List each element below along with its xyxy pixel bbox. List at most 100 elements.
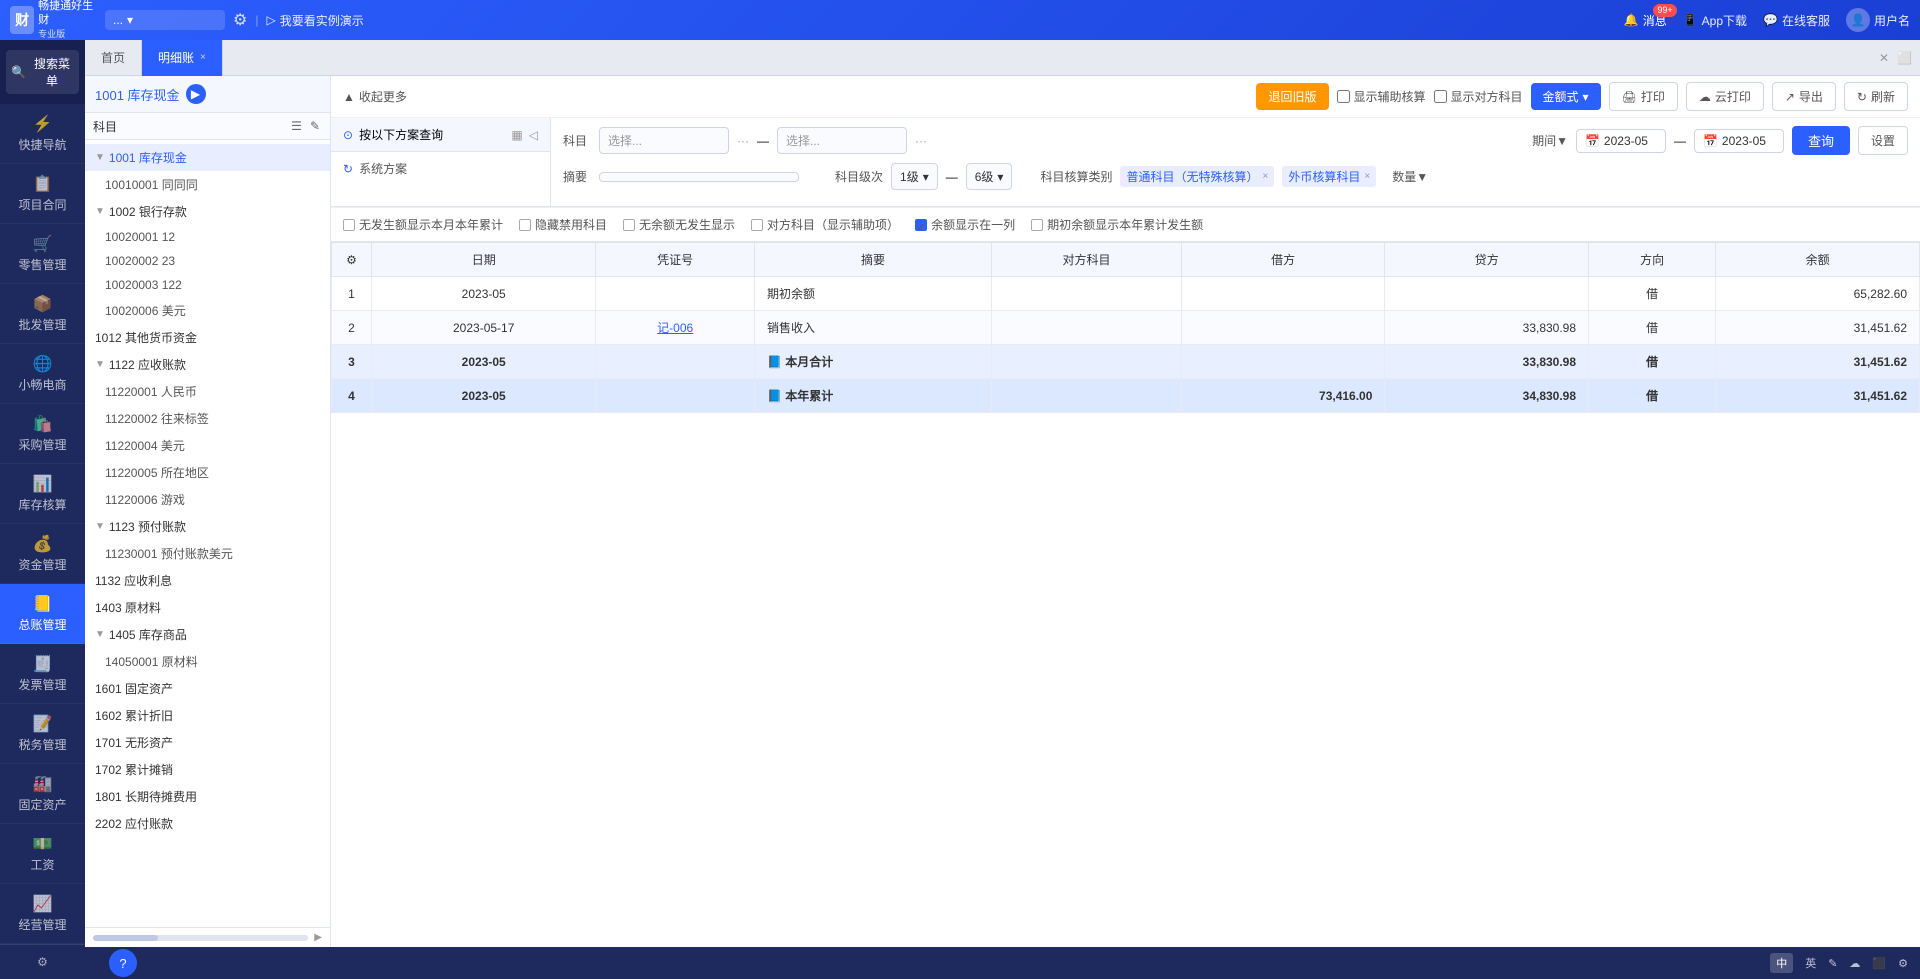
tree-item-1601[interactable]: 1601 固定资产 <box>85 675 330 702</box>
checkbox-contra-subject[interactable] <box>751 219 763 231</box>
lang-en-btn[interactable]: 英 <box>1805 955 1816 971</box>
tree-item-1405[interactable]: ▼ 1405 库存商品 <box>85 621 330 648</box>
collapse-btn[interactable]: ▲ 收起更多 <box>343 88 407 105</box>
tree-item-1012[interactable]: 1012 其他货币资金 <box>85 324 330 351</box>
check-balance-one-col[interactable]: ✓ 余额显示在一列 <box>915 216 1015 233</box>
settings-btn[interactable]: 设置 <box>1858 126 1908 155</box>
tree-item-11220002[interactable]: 11220002 往来标签 <box>85 405 330 432</box>
format-btn[interactable]: 金额式 ▾ <box>1531 83 1601 110</box>
show-contra-check[interactable]: 显示对方科目 <box>1434 88 1523 105</box>
print-btn[interactable]: 🖨 打印 <box>1609 82 1678 111</box>
sidebar-item-invoice[interactable]: 🧾 发票管理 <box>0 644 85 704</box>
quantity-selector[interactable]: 数量▼ <box>1392 168 1428 185</box>
tree-item-11220005[interactable]: 11220005 所在地区 <box>85 459 330 486</box>
tab-close-btn[interactable]: × <box>200 52 206 63</box>
tree-item-10010001[interactable]: 10010001 同同同 <box>85 171 330 198</box>
refresh-btn[interactable]: ↻ 刷新 <box>1844 82 1908 111</box>
sidebar-item-wholesale[interactable]: 📦 批发管理 <box>0 284 85 344</box>
tree-item-1702[interactable]: 1702 累计摊销 <box>85 756 330 783</box>
checkbox-balance-one-col[interactable]: ✓ <box>915 219 927 231</box>
row-voucher-2[interactable]: 记-006 <box>596 311 755 345</box>
tree-item-1701[interactable]: 1701 无形资产 <box>85 729 330 756</box>
sidebar-item-general-ledger[interactable]: 📒 总账管理 <box>0 584 85 644</box>
tree-item-1123[interactable]: ▼ 1123 预付账款 <box>85 513 330 540</box>
tree-item-1132[interactable]: 1132 应收利息 <box>85 567 330 594</box>
back-to-old-btn[interactable]: 退回旧版 <box>1256 83 1328 110</box>
subject-input-to[interactable]: 选择... <box>777 127 907 154</box>
show-aux-checkbox[interactable] <box>1337 90 1350 103</box>
tree-item-10020003[interactable]: 10020003 122 <box>85 273 330 297</box>
sidebar-item-fixed-assets[interactable]: 🏭 固定资产 <box>0 764 85 824</box>
sidebar-item-retail[interactable]: 🛒 零售管理 <box>0 224 85 284</box>
list-view-icon[interactable]: ☰ <box>289 117 304 135</box>
tree-item-1001[interactable]: ▼ 1001 库存现金 <box>85 144 330 171</box>
block-status-icon[interactable]: ⬛ <box>1872 957 1886 970</box>
sidebar-item-ecommerce[interactable]: 🌐 小畅电商 <box>0 344 85 404</box>
checkbox-no-balance[interactable] <box>623 219 635 231</box>
tree-item-10020001[interactable]: 10020001 12 <box>85 225 330 249</box>
checkbox-opening-balance[interactable] <box>1031 219 1043 231</box>
check-no-balance[interactable]: 无余额无发生显示 <box>623 216 735 233</box>
check-no-amount[interactable]: 无发生额显示本月本年累计 <box>343 216 503 233</box>
sidebar-item-project-contract[interactable]: 📋 项目合同 <box>0 164 85 224</box>
tree-item-11220004[interactable]: 11220004 美元 <box>85 432 330 459</box>
tree-item-14050001[interactable]: 14050001 原材料 <box>85 648 330 675</box>
tree-item-1602[interactable]: 1602 累计折旧 <box>85 702 330 729</box>
sidebar-item-purchase[interactable]: 🛍️ 采购管理 <box>0 404 85 464</box>
notification-btn[interactable]: 🔔 消息 99+ <box>1624 12 1667 29</box>
col-settings[interactable]: ⚙ <box>332 243 372 277</box>
checkbox-no-amount[interactable] <box>343 219 355 231</box>
edit-icon[interactable]: ✎ <box>308 117 322 135</box>
tree-item-11220001[interactable]: 11220001 人民币 <box>85 378 330 405</box>
sidebar-settings-btn[interactable]: ⚙ <box>0 944 85 979</box>
checkbox-hide-disabled[interactable] <box>519 219 531 231</box>
tag-normal-close-btn[interactable]: × <box>1262 171 1268 182</box>
collapse-right-icon[interactable]: ◁ <box>529 128 538 142</box>
window-maximize-icon[interactable]: ⬜ <box>1897 51 1912 65</box>
cloud-print-btn[interactable]: ☁ 云打印 <box>1686 82 1764 111</box>
window-close-icon[interactable]: ✕ <box>1879 51 1889 65</box>
show-contra-checkbox[interactable] <box>1434 90 1447 103</box>
sidebar-item-quick-nav[interactable]: ⚡ 快捷导航 <box>0 104 85 164</box>
tree-item-10020002[interactable]: 10020002 23 <box>85 249 330 273</box>
summary-input[interactable] <box>599 172 799 182</box>
app-download-btn[interactable]: 📱 App下载 <box>1683 12 1747 29</box>
tree-item-10020006[interactable]: 10020006 美元 <box>85 297 330 324</box>
settings-icon[interactable]: ⚙ <box>233 10 247 30</box>
gear-status-icon[interactable]: ⚙ <box>1898 957 1908 970</box>
sidebar-item-capital[interactable]: 💰 资金管理 <box>0 524 85 584</box>
check-contra-subject[interactable]: 对方科目（显示辅助项） <box>751 216 899 233</box>
help-btn[interactable]: ? <box>109 949 137 977</box>
check-hide-disabled[interactable]: 隐藏禁用科目 <box>519 216 607 233</box>
voucher-link-2[interactable]: 记-006 <box>657 321 693 335</box>
sidebar-item-inventory[interactable]: 📊 库存核算 <box>0 464 85 524</box>
tree-item-1002[interactable]: ▼ 1002 银行存款 <box>85 198 330 225</box>
edit-status-icon[interactable]: ✎ <box>1828 957 1837 970</box>
tab-home[interactable]: 首页 <box>85 40 142 76</box>
company-selector[interactable]: ... ▾ <box>105 10 225 30</box>
tag-foreign-close-btn[interactable]: × <box>1364 171 1370 182</box>
tab-detail-account[interactable]: 明细账 × <box>142 40 223 76</box>
tree-item-1801[interactable]: 1801 长期待摊费用 <box>85 783 330 810</box>
check-opening-balance[interactable]: 期初余额显示本年累计发生额 <box>1031 216 1203 233</box>
scheme-item-system[interactable]: ↻ 系统方案 <box>331 152 550 185</box>
tree-item-11220006[interactable]: 11220006 游戏 <box>85 486 330 513</box>
tree-item-11230001[interactable]: 11230001 预付账款美元 <box>85 540 330 567</box>
subject-input-from[interactable]: 选择... <box>599 127 729 154</box>
online-service-btn[interactable]: 💬 在线客服 <box>1763 12 1830 29</box>
sidebar-item-payroll[interactable]: 💵 工资 <box>0 824 85 884</box>
export-btn[interactable]: ↗ 导出 <box>1772 82 1836 111</box>
show-aux-check[interactable]: 显示辅助核算 <box>1337 88 1426 105</box>
level-from-select[interactable]: 1级 ▾ <box>891 163 938 190</box>
tree-item-2202[interactable]: 2202 应付账款 <box>85 810 330 837</box>
user-profile-btn[interactable]: 👤 用户名 <box>1846 8 1910 32</box>
sidebar-item-tax[interactable]: 📝 税务管理 <box>0 704 85 764</box>
period-from-input[interactable]: 📅 2023-05 <box>1576 129 1666 153</box>
search-menu-btn[interactable]: 🔍 搜索菜单 <box>6 50 79 94</box>
query-btn[interactable]: 查询 <box>1792 126 1850 155</box>
period-to-input[interactable]: 📅 2023-05 <box>1694 129 1784 153</box>
demo-link[interactable]: ▷ 我要看实例演示 <box>266 12 363 29</box>
sidebar-item-operations[interactable]: 📈 经营管理 <box>0 884 85 944</box>
tree-item-1403[interactable]: 1403 原材料 <box>85 594 330 621</box>
level-to-select[interactable]: 6级 ▾ <box>966 163 1013 190</box>
